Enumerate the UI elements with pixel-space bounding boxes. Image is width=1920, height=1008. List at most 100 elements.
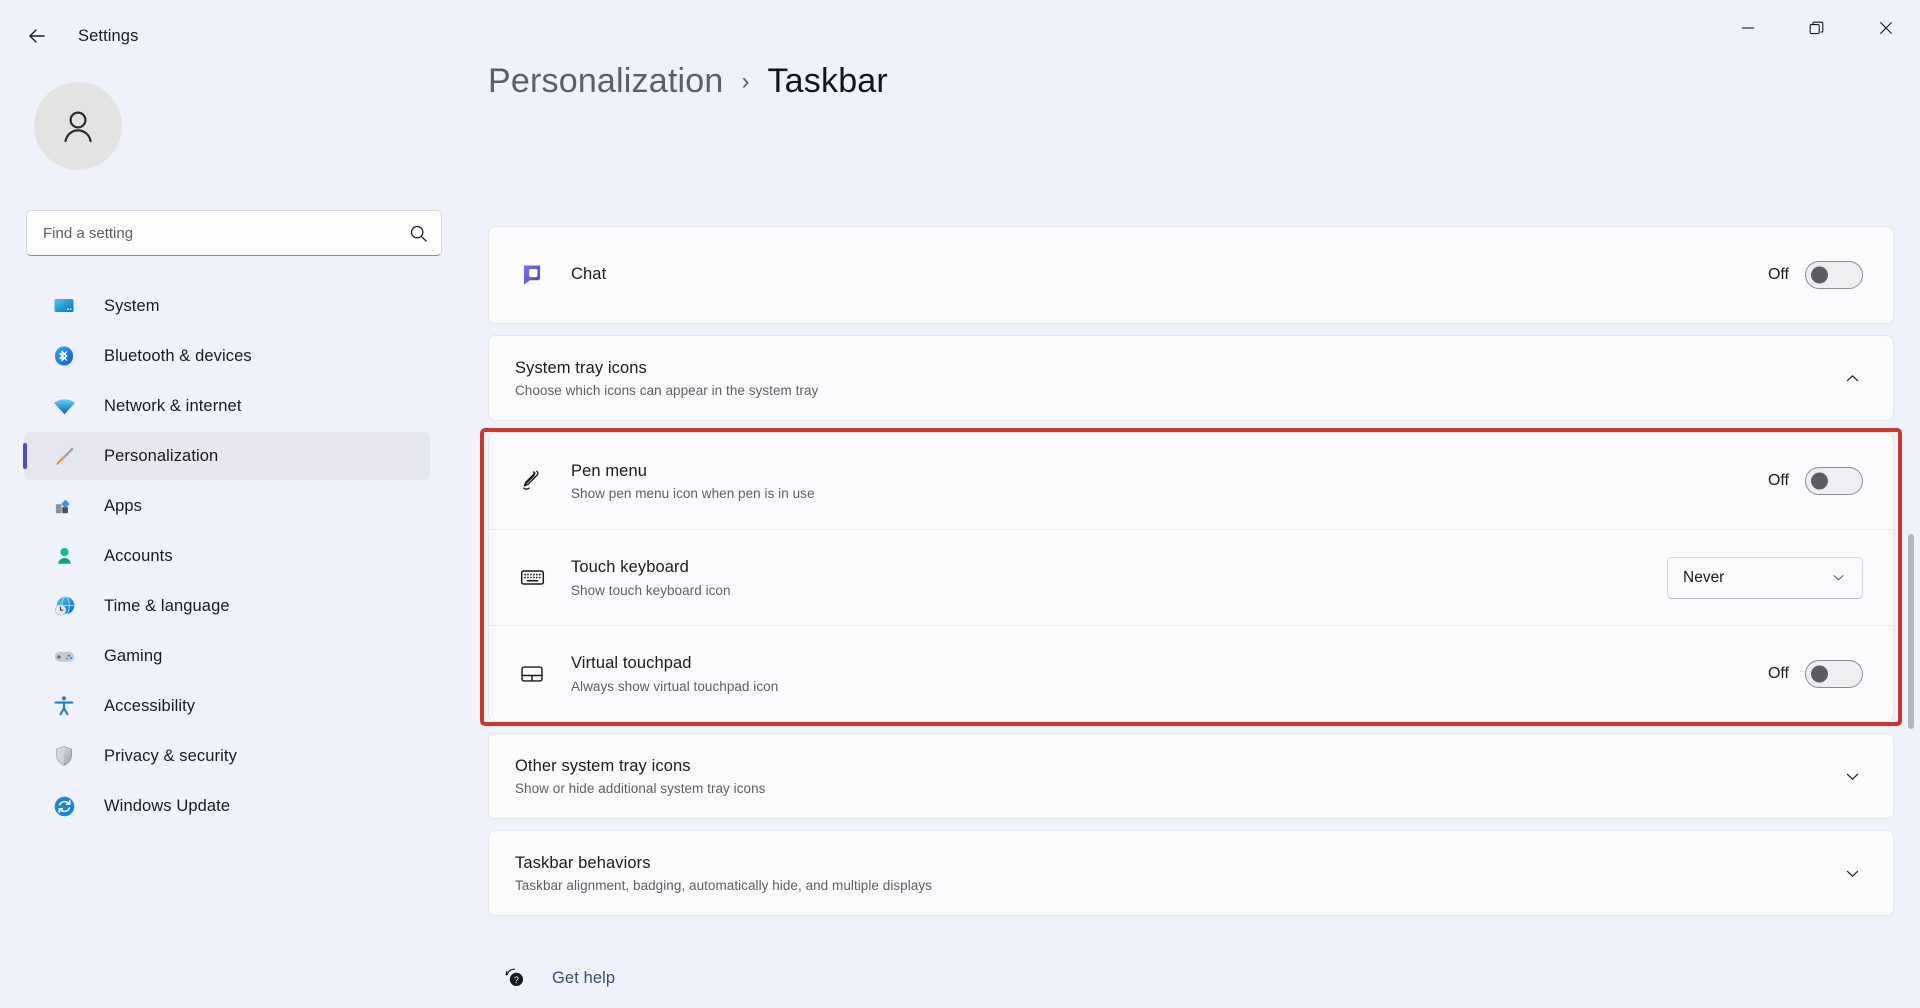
sidebar-item-gaming[interactable]: Gaming (24, 632, 430, 680)
close-icon (1879, 22, 1892, 34)
footer-links: ? Get help Give fee (488, 954, 1894, 1008)
chat-toggle[interactable] (1805, 261, 1863, 289)
sidebar-item-label: Time & language (104, 596, 230, 615)
touch-keyboard-dropdown[interactable]: Never (1667, 556, 1863, 599)
sidebar-item-label: Accessibility (104, 696, 196, 715)
globe-clock-icon (50, 592, 78, 620)
close-button[interactable] (1851, 0, 1920, 56)
taskbar-behaviors-text: Taskbar behaviors Taskbar alignment, bad… (515, 853, 1841, 893)
chevron-up-icon[interactable] (1841, 367, 1863, 389)
system-tray-icons-expander[interactable]: System tray icons Choose which icons can… (489, 336, 1893, 420)
toggle-knob (1811, 472, 1828, 490)
search-box[interactable] (26, 210, 442, 256)
chevron-down-icon[interactable] (1841, 862, 1863, 884)
settings-scroll-area: Chat Off System tray icons Choose which … (488, 226, 1894, 1008)
chat-row[interactable]: Chat Off (489, 227, 1893, 323)
window-body: System Bluetooth & devices (0, 72, 1920, 1008)
sidebar-item-label: Accounts (104, 546, 173, 565)
sidebar-item-privacy-security[interactable]: Privacy & security (24, 732, 430, 780)
minimize-button[interactable] (1713, 0, 1782, 56)
search-icon[interactable] (409, 224, 428, 243)
shield-icon (50, 742, 78, 770)
back-arrow-icon (29, 29, 45, 43)
minimize-icon (1741, 27, 1754, 29)
chevron-down-icon (1827, 567, 1849, 589)
chat-toggle-label: Off (1767, 266, 1789, 283)
sidebar-item-label: Personalization (104, 446, 219, 465)
get-help-label: Get help (552, 968, 616, 987)
taskbar-behaviors-title: Taskbar behaviors (515, 853, 651, 872)
system-monitor-icon (50, 292, 78, 320)
touchpad-icon (515, 661, 549, 687)
pen-menu-toggle[interactable] (1805, 467, 1863, 495)
app-title: Settings (78, 26, 139, 45)
back-button[interactable] (14, 13, 60, 59)
sidebar-item-time-language[interactable]: Time & language (24, 582, 430, 630)
sidebar-item-label: Windows Update (104, 796, 231, 815)
breadcrumb-parent[interactable]: Personalization (488, 62, 723, 101)
scrollbar-thumb[interactable] (1908, 534, 1914, 729)
touch-keyboard-subtitle: Show touch keyboard icon (571, 582, 731, 598)
system-tray-subrows-group: Pen menu Show pen menu icon when pen is … (488, 432, 1894, 722)
virtual-touchpad-text: Virtual touchpad Always show virtual tou… (571, 653, 1748, 693)
system-tray-icons-text: System tray icons Choose which icons can… (515, 358, 1841, 398)
person-avatar-icon (64, 111, 92, 143)
sidebar-item-network-internet[interactable]: Network & internet (24, 382, 430, 430)
touch-keyboard-controls: Never (1667, 556, 1863, 599)
sidebar-item-personalization[interactable]: Personalization (23, 432, 430, 480)
taskbar-behaviors-expander[interactable]: Taskbar behaviors Taskbar alignment, bad… (489, 831, 1893, 915)
sidebar-item-bluetooth-devices[interactable]: Bluetooth & devices (24, 332, 430, 380)
system-tray-icons-title: System tray icons (515, 358, 647, 377)
touch-keyboard-icon (515, 564, 549, 591)
toggle-knob (1811, 266, 1828, 284)
search-input[interactable] (43, 224, 409, 242)
chat-title: Chat (571, 265, 607, 284)
chat-row-controls: Off (1768, 261, 1863, 289)
pen-menu-text: Pen menu Show pen menu icon when pen is … (571, 461, 1748, 501)
sidebar-item-label: Gaming (104, 646, 163, 665)
sidebar-item-windows-update[interactable]: Windows Update (24, 782, 430, 830)
pen-menu-subtitle: Show pen menu icon when pen is in use (571, 486, 815, 502)
breadcrumb-separator: › (741, 67, 750, 95)
sidebar-nav-list: System Bluetooth & devices Network & int… (23, 282, 430, 830)
update-refresh-icon (50, 792, 78, 820)
sidebar-item-label: Privacy & security (104, 746, 237, 765)
main-content: Chat Off System tray icons Choose which … (452, 72, 1920, 1008)
sidebar: System Bluetooth & devices (0, 72, 452, 1008)
toggle-knob (1811, 665, 1828, 682)
taskbar-behaviors-card: Taskbar behaviors Taskbar alignment, bad… (488, 830, 1894, 916)
virtual-touchpad-subtitle: Always show virtual touchpad icon (571, 678, 779, 694)
sidebar-item-system[interactable]: System (24, 282, 430, 330)
settings-window: Settings Find a setting System Bluetooth… (0, 0, 1920, 1008)
virtual-touchpad-row[interactable]: Virtual touchpad Always show virtual tou… (489, 625, 1893, 721)
chevron-down-icon[interactable] (1841, 765, 1863, 787)
get-help-link[interactable]: ? Get help (500, 954, 1894, 1002)
breadcrumb: Personalization › Taskbar (0, 62, 888, 101)
taskbar-behaviors-subtitle: Taskbar alignment, badging, automaticall… (515, 878, 932, 894)
sidebar-item-accessibility[interactable]: Accessibility (24, 682, 430, 730)
sidebar-item-label: Bluetooth & devices (104, 346, 252, 365)
account-person-icon (50, 542, 78, 570)
main-scrollbar[interactable] (1908, 250, 1914, 998)
restore-icon (1809, 21, 1824, 34)
sidebar-item-accounts[interactable]: Accounts (24, 532, 430, 580)
window-caption-buttons (1713, 0, 1920, 72)
other-system-tray-icons-card: Other system tray icons Show or hide add… (488, 733, 1894, 819)
pen-menu-row[interactable]: Pen menu Show pen menu icon when pen is … (489, 433, 1893, 529)
maximize-button[interactable] (1782, 0, 1851, 56)
help-question-icon: ? (500, 966, 530, 990)
bluetooth-icon (50, 342, 78, 370)
pen-menu-toggle-label: Off (1767, 472, 1789, 489)
system-tray-icons-subtitle: Choose which icons can appear in the sys… (515, 383, 819, 399)
give-feedback-link[interactable]: Give feedback (500, 1002, 1894, 1008)
other-system-tray-icons-expander[interactable]: Other system tray icons Show or hide add… (489, 734, 1893, 818)
virtual-touchpad-toggle[interactable] (1805, 659, 1863, 688)
apps-blocks-icon (50, 492, 78, 520)
accessibility-person-icon (50, 692, 78, 720)
touch-keyboard-text: Touch keyboard Show touch keyboard icon (571, 557, 1647, 597)
chat-bubble-icon (515, 262, 549, 288)
virtual-touchpad-toggle-label: Off (1767, 664, 1789, 682)
sidebar-item-label: Apps (104, 496, 143, 515)
sidebar-item-apps[interactable]: Apps (24, 482, 430, 530)
touch-keyboard-row[interactable]: Touch keyboard Show touch keyboard icon … (489, 529, 1893, 625)
